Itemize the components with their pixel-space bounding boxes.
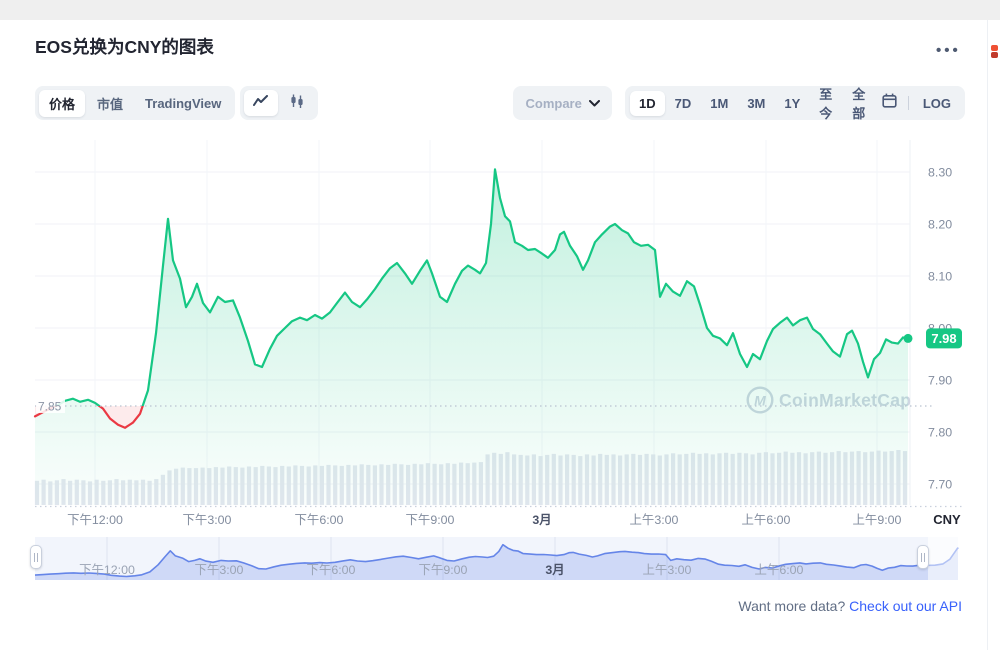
api-link[interactable]: Check out our API (849, 598, 962, 614)
api-promo-text: Want more data? (738, 598, 845, 614)
x-tick-label: 3月 (532, 513, 551, 527)
candlestick-chart-type-button[interactable] (280, 90, 314, 116)
axis-unit-label: CNY (933, 512, 961, 527)
calendar-range-button[interactable] (876, 89, 903, 117)
chart-plot-area[interactable] (35, 140, 910, 505)
compare-dropdown[interactable]: Compare with (513, 86, 612, 120)
navigator-tick-label: 上午3:00 (643, 563, 692, 577)
tab-market-cap[interactable]: 市值 (87, 90, 133, 117)
tab-price[interactable]: 价格 (39, 90, 85, 117)
api-promo: Want more data? Check out our API (738, 598, 962, 614)
chart-card: EOS兑换为CNY的图表 ••• 价格 市值 TradingView (0, 20, 988, 650)
chevron-down-icon (589, 94, 600, 112)
navigator-unselected-mask (928, 537, 958, 580)
x-tick-label: 上午6:00 (742, 513, 791, 527)
chart-toolbar: 价格 市值 TradingView (35, 86, 318, 120)
navigator-tick-label: 下午12:00 (79, 563, 135, 577)
range-1y-button[interactable]: 1Y (775, 91, 809, 116)
range-3m-button[interactable]: 3M (738, 91, 774, 116)
range-ytd-button[interactable]: 至今 (810, 79, 842, 127)
chart-type-group (240, 86, 318, 120)
navigator-tick-label: 下午3:00 (195, 563, 244, 577)
log-scale-button[interactable]: LOG (914, 91, 960, 116)
y-tick-label: 8.30 (928, 166, 952, 180)
navigator-tick-label: 下午6:00 (307, 563, 356, 577)
range-all-button[interactable]: 全部 (843, 79, 875, 127)
compare-dropdown-label: Compare with (526, 96, 584, 111)
line-chart-icon (253, 94, 269, 112)
x-tick-label: 下午12:00 (67, 513, 123, 527)
x-axis-labels: 下午12:00 下午3:00 下午6:00 下午9:00 3月 上午3:00 上午6:00 上… (67, 513, 901, 527)
current-price-badge-label: 7.98 (931, 331, 956, 346)
x-tick-label: 上午3:00 (630, 513, 679, 527)
navigator-right-handle[interactable] (917, 545, 929, 569)
navigator-tick-label: 上午6:00 (755, 563, 804, 577)
range-1d-button[interactable]: 1D (630, 91, 665, 116)
clipped-fire-icon (991, 45, 1000, 61)
line-chart-type-button[interactable] (244, 90, 278, 116)
range-1m-button[interactable]: 1M (701, 91, 737, 116)
x-tick-label: 下午3:00 (183, 513, 232, 527)
page: EOS兑换为CNY的图表 ••• 价格 市值 TradingView (0, 0, 1000, 650)
toolbar-divider (908, 96, 909, 110)
y-tick-label: 7.80 (928, 426, 952, 440)
navigator-left-handle[interactable] (30, 545, 42, 569)
x-tick-label: 下午9:00 (406, 513, 455, 527)
y-tick-label: 8.20 (928, 218, 952, 232)
more-options-button[interactable]: ••• (936, 42, 961, 59)
y-tick-label: 7.90 (928, 374, 952, 388)
tab-tradingview[interactable]: TradingView (135, 92, 231, 115)
price-chart: MCoinMarketCap7.85下午12:00下午3:00下午6:00下午9… (0, 125, 970, 535)
page-background-strip (0, 0, 1000, 20)
x-tick-label: 上午9:00 (853, 513, 902, 527)
calendar-icon (882, 93, 897, 113)
chart-tabs-group: 价格 市值 TradingView (35, 86, 235, 120)
range-7d-button[interactable]: 7D (666, 91, 701, 116)
navigator-tick-label: 3月 (545, 563, 564, 577)
x-tick-label: 下午6:00 (295, 513, 344, 527)
navigator-tick-label: 下午9:00 (419, 563, 468, 577)
y-tick-label: 7.70 (928, 478, 952, 492)
time-range-group: 1D 7D 1M 3M 1Y 至今 全部 LOG (625, 86, 965, 120)
page-title: EOS兑换为CNY的图表 (35, 34, 214, 59)
chart-navigator[interactable]: 下午12:00 下午3:00 下午6:00 下午9:00 3月 上午3:00 上午6:00 (0, 535, 970, 587)
y-tick-label: 8.10 (928, 270, 952, 284)
candlestick-icon (290, 94, 304, 113)
